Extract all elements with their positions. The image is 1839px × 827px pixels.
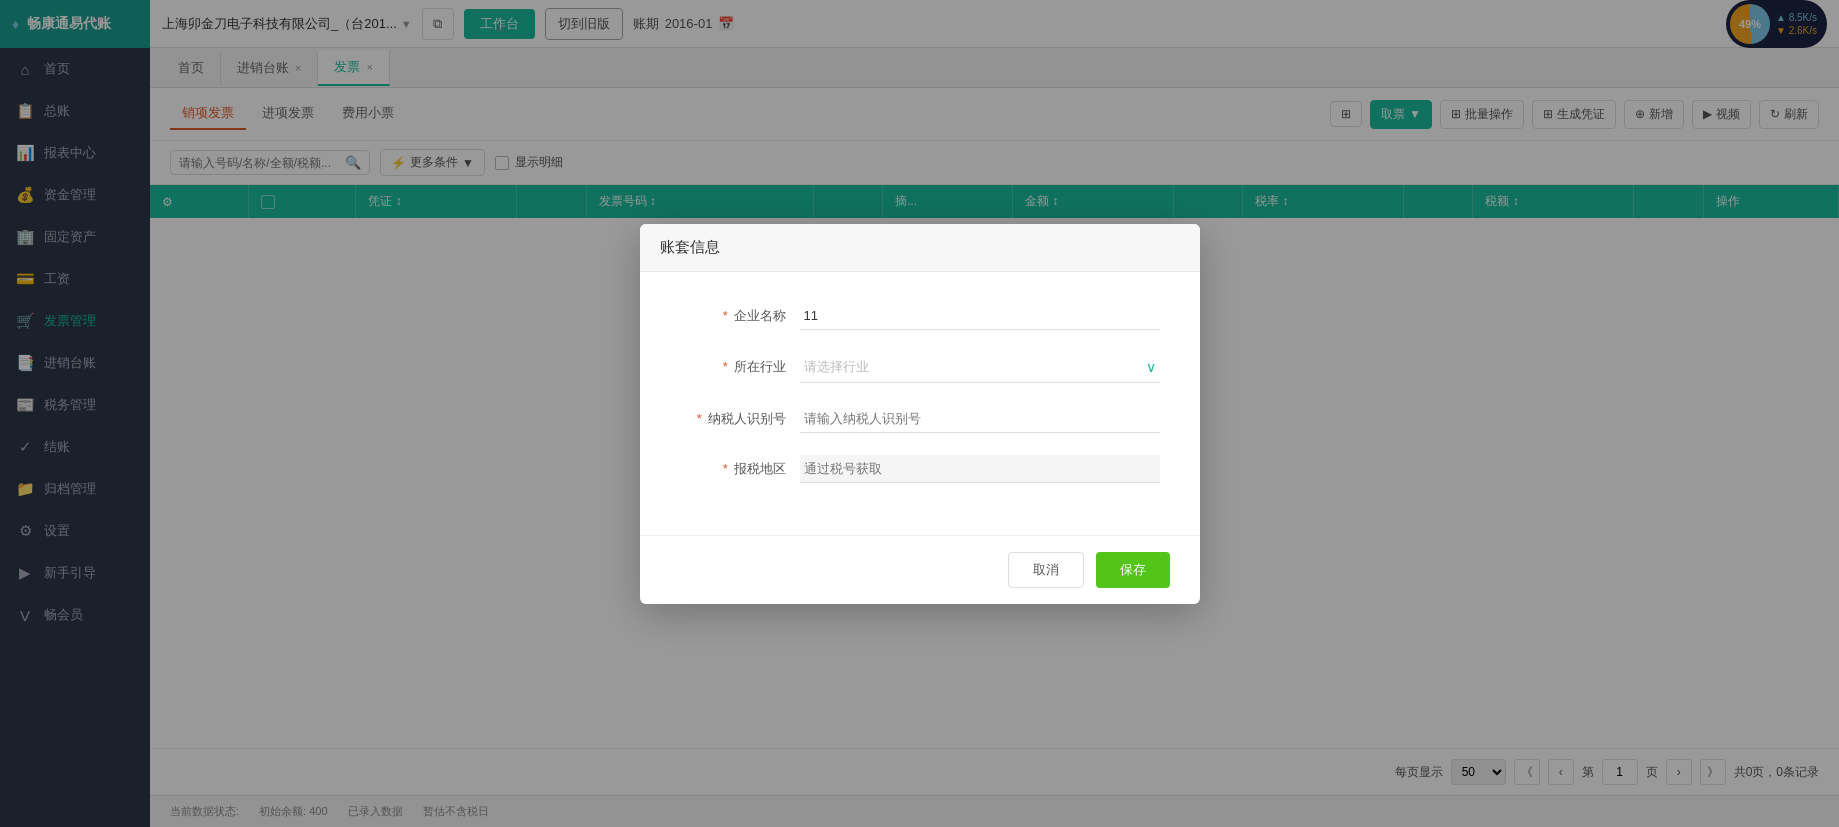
industry-label: * 所在行业 xyxy=(680,358,800,376)
industry-select[interactable]: 请选择行业 ∨ xyxy=(800,352,1160,383)
tax-region-label: * 报税地区 xyxy=(680,460,800,478)
industry-placeholder: 请选择行业 xyxy=(804,358,1146,376)
required-star: * xyxy=(723,308,728,323)
required-star-4: * xyxy=(723,461,728,476)
company-name-label: * 企业名称 xyxy=(680,307,800,325)
tax-region-input[interactable] xyxy=(800,455,1160,483)
tax-id-row: * 纳税人识别号 xyxy=(680,405,1160,433)
tax-id-input[interactable] xyxy=(800,405,1160,433)
tax-id-label: * 纳税人识别号 xyxy=(680,410,800,428)
modal-title: 账套信息 xyxy=(660,238,720,255)
industry-row: * 所在行业 请选择行业 ∨ xyxy=(680,352,1160,383)
company-name-input[interactable] xyxy=(800,302,1160,330)
required-star-3: * xyxy=(697,411,702,426)
modal-footer: 取消 保存 xyxy=(640,535,1200,604)
modal-body: * 企业名称 * 所在行业 请选择行业 ∨ * xyxy=(640,272,1200,535)
save-button[interactable]: 保存 xyxy=(1096,552,1170,588)
account-info-modal: 账套信息 * 企业名称 * 所在行业 请选择行业 ∨ xyxy=(640,224,1200,604)
tax-region-row: * 报税地区 xyxy=(680,455,1160,483)
cancel-button[interactable]: 取消 xyxy=(1008,552,1084,588)
industry-dropdown-icon: ∨ xyxy=(1146,359,1156,375)
modal-header: 账套信息 xyxy=(640,224,1200,272)
company-name-row: * 企业名称 xyxy=(680,302,1160,330)
required-star-2: * xyxy=(723,359,728,374)
modal-overlay: 账套信息 * 企业名称 * 所在行业 请选择行业 ∨ xyxy=(0,0,1839,827)
